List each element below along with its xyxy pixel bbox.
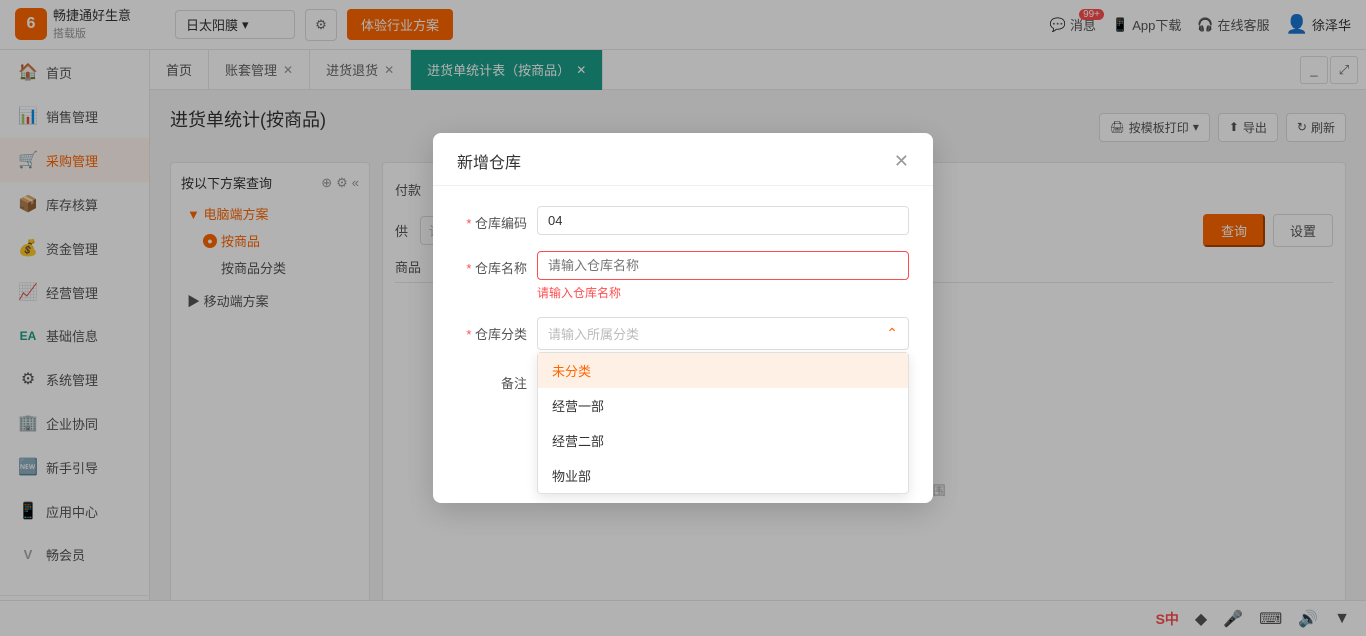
arrow-up-icon: ⌃ [886,325,898,342]
name-label: 仓库名称 [457,251,527,277]
modal-header: 新增仓库 ✕ [433,133,933,186]
note-label: 备注 [457,366,527,392]
modal-body: 仓库编码 仓库名称 请输入仓库名称 仓库分类 请输入所属分类 [433,186,933,429]
dropdown-item-dept1[interactable]: 经营一部 [538,388,908,423]
modal-close-button[interactable]: ✕ [894,151,909,172]
new-warehouse-modal: 新增仓库 ✕ 仓库编码 仓库名称 请输入仓库名称 仓库分类 [433,133,933,503]
code-field [537,206,909,235]
dropdown-item-dept2[interactable]: 经营二部 [538,423,908,458]
category-label: 仓库分类 [457,317,527,343]
form-row-code: 仓库编码 [457,206,909,235]
category-placeholder: 请输入所属分类 [548,324,639,343]
category-dropdown: 未分类 经营一部 经营二部 物业部 [537,352,909,494]
category-field: 请输入所属分类 ⌃ 未分类 经营一部 经营二部 [537,317,909,350]
name-input[interactable] [537,251,909,280]
modal-overlay[interactable]: 新增仓库 ✕ 仓库编码 仓库名称 请输入仓库名称 仓库分类 [0,0,1366,636]
code-label: 仓库编码 [457,206,527,232]
name-error-msg: 请输入仓库名称 [537,284,909,301]
modal-title: 新增仓库 [457,149,521,173]
dropdown-item-dept3[interactable]: 物业部 [538,458,908,493]
category-select[interactable]: 请输入所属分类 ⌃ [537,317,909,350]
code-input[interactable] [537,206,909,235]
name-field: 请输入仓库名称 [537,251,909,301]
dropdown-item-uncategorized[interactable]: 未分类 [538,353,908,388]
form-row-name: 仓库名称 请输入仓库名称 [457,251,909,301]
form-row-category: 仓库分类 请输入所属分类 ⌃ 未分类 经营一部 [457,317,909,350]
